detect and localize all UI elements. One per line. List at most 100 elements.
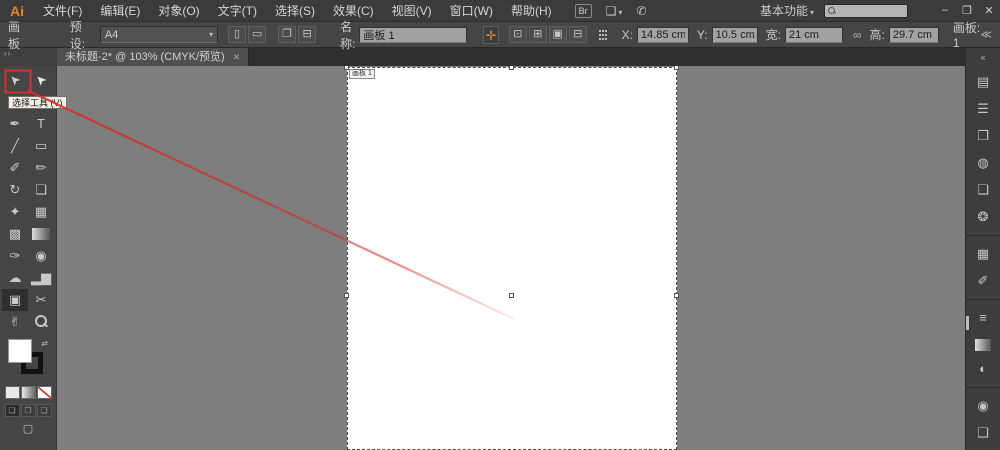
rectangle-tool[interactable]: ▭: [28, 135, 54, 157]
separator: [966, 299, 1000, 300]
collapse-control-bar-icon[interactable]: ≪: [980, 28, 992, 41]
stroke-icon[interactable]: ≡: [971, 306, 995, 330]
swatch-groups-icon[interactable]: ❐: [971, 124, 995, 148]
artboard-name-input[interactable]: [359, 27, 467, 43]
screen-mode-button[interactable]: ▢: [19, 422, 37, 436]
eyedropper-tool[interactable]: ✑: [2, 245, 28, 267]
artboard-name-tag: 画板 1: [349, 69, 375, 79]
arrange-documents-icon[interactable]: ❏▾: [606, 4, 623, 18]
type-tool[interactable]: T: [28, 113, 54, 135]
cs-live-icon[interactable]: ✆: [636, 4, 646, 18]
constrain-proportions-icon[interactable]: ∞: [853, 28, 862, 42]
ruler-button[interactable]: ⊟: [569, 26, 587, 43]
cross-hair-button[interactable]: ⊞: [529, 26, 547, 43]
restore-button[interactable]: ❐: [956, 4, 978, 17]
new-artboard-button[interactable]: ❐: [278, 26, 296, 43]
perspective-grid-tool[interactable]: ▦: [28, 201, 54, 223]
reference-point-locator[interactable]: [599, 29, 608, 41]
control-bar: 画板 预设: A4 ▾ ▯▭ ❐⊟ 名称: ✛ ⊡⊞▣⊟ X: Y: 宽: ∞ …: [0, 22, 1000, 48]
mesh-tool[interactable]: ▩: [2, 223, 28, 245]
video-safe-button[interactable]: ▣: [549, 26, 567, 43]
pencil-tool[interactable]: ✏: [28, 157, 54, 179]
zoom-tool[interactable]: [28, 311, 36, 333]
move-artwork-toggle[interactable]: ✛: [483, 26, 498, 44]
blend-tool[interactable]: ◉: [28, 245, 54, 267]
symbols-icon[interactable]: ❏: [971, 178, 995, 202]
paintbrush-tool[interactable]: ✐: [2, 157, 28, 179]
close-icon[interactable]: ✕: [233, 48, 241, 66]
color-guide-icon[interactable]: ☰: [971, 97, 995, 121]
artboard-action-buttons: ❐⊟: [278, 26, 318, 43]
portrait-button[interactable]: ▯: [228, 26, 246, 43]
orientation-buttons: ▯▭: [228, 26, 268, 43]
swatches-icon[interactable]: ▦: [971, 242, 995, 266]
menu-item-select[interactable]: 选择(S): [266, 0, 324, 22]
transparency-icon[interactable]: ◐: [971, 357, 995, 381]
direct-selection-tool[interactable]: ➤: [24, 63, 58, 97]
tools-panel: ➤➤✒T╱▭✐✏↻❏✦▦▩✑◉☁▂▆▣✂✌ ⇄ ❏❐❏ ▢ 选择工具 (V): [0, 66, 57, 450]
menu-item-help[interactable]: 帮助(H): [502, 0, 561, 22]
shape-builder-tool[interactable]: ✦: [2, 201, 28, 223]
search-input[interactable]: [836, 5, 898, 16]
chevron-down-icon: ▾: [810, 8, 814, 17]
landscape-button[interactable]: ▭: [248, 26, 266, 43]
brush-libraries-icon[interactable]: ✐: [971, 269, 995, 293]
draw-normal-button[interactable]: ❏: [5, 404, 20, 417]
width-input[interactable]: [785, 27, 843, 43]
handle-top-center[interactable]: [509, 66, 514, 70]
search-icon: [828, 7, 836, 15]
minimize-button[interactable]: –: [934, 4, 956, 17]
brushes-icon[interactable]: ◍: [971, 151, 995, 175]
line-segment-tool[interactable]: ╱: [2, 135, 28, 157]
artboard-tool[interactable]: ▣: [2, 289, 28, 311]
canvas[interactable]: 画板 1: [57, 66, 965, 450]
handle-mid-right[interactable]: [674, 293, 679, 298]
handle-top-left[interactable]: [344, 66, 349, 70]
name-label: 名称:: [340, 18, 355, 52]
gradient-mode-button[interactable]: [21, 386, 36, 399]
y-input[interactable]: [712, 27, 758, 43]
graphic-styles-icon[interactable]: ❑: [971, 421, 995, 445]
dock-collapse-icon[interactable]: «: [965, 48, 1000, 66]
hand-tool[interactable]: ✌: [2, 311, 28, 333]
fill-swatch[interactable]: [8, 339, 32, 363]
symbol-sprayer-tool[interactable]: ☁: [2, 267, 28, 289]
color-mode-button[interactable]: [5, 386, 20, 399]
handle-top-right[interactable]: [674, 66, 679, 70]
workspace-switcher[interactable]: 基本功能▾: [760, 2, 814, 19]
free-transform-tool[interactable]: ❏: [28, 179, 54, 201]
none-mode-button[interactable]: [37, 386, 52, 399]
handle-mid-left[interactable]: [344, 293, 349, 298]
dock-flyout-tab[interactable]: [966, 316, 969, 330]
separator: [966, 235, 1000, 236]
height-input[interactable]: [889, 27, 939, 43]
panel-dock: ▤☰❐◍❏❂▦✐≡◐◉❑≣⊞: [965, 66, 1000, 450]
slice-tool[interactable]: ✂: [28, 289, 54, 311]
graph-tool[interactable]: ▂▆: [28, 267, 54, 289]
symbol-link-icon[interactable]: ❂: [971, 205, 995, 229]
handle-center[interactable]: [509, 293, 514, 298]
artboard-view-buttons: ⊡⊞▣⊟: [509, 26, 589, 43]
draw-behind-button[interactable]: ❐: [21, 404, 36, 417]
search-box[interactable]: [824, 4, 908, 18]
gradient-icon[interactable]: [975, 339, 991, 351]
bridge-button[interactable]: Br: [575, 4, 592, 18]
draw-inside-button[interactable]: ❏: [37, 404, 52, 417]
pen-tool[interactable]: ✒: [2, 113, 28, 135]
swap-fill-stroke-icon[interactable]: ⇄: [41, 339, 48, 348]
app-logo: Ai: [0, 3, 34, 19]
preset-dropdown[interactable]: A4 ▾: [100, 26, 218, 43]
delete-artboard-button[interactable]: ⊟: [298, 26, 316, 43]
rotate-tool[interactable]: ↻: [2, 179, 28, 201]
fill-stroke-swatches: ⇄: [8, 339, 48, 381]
appearance-icon[interactable]: ◉: [971, 394, 995, 418]
close-button[interactable]: ✕: [978, 4, 1000, 17]
separator: [966, 387, 1000, 388]
x-input[interactable]: [637, 27, 689, 43]
color-panel-icon[interactable]: ▤: [971, 70, 995, 94]
artboard[interactable]: 画板 1: [347, 67, 677, 450]
center-mark-button[interactable]: ⊡: [509, 26, 527, 43]
paint-mode-buttons: [0, 386, 56, 399]
y-label: Y:: [697, 28, 708, 42]
gradient-tool[interactable]: [32, 228, 50, 240]
